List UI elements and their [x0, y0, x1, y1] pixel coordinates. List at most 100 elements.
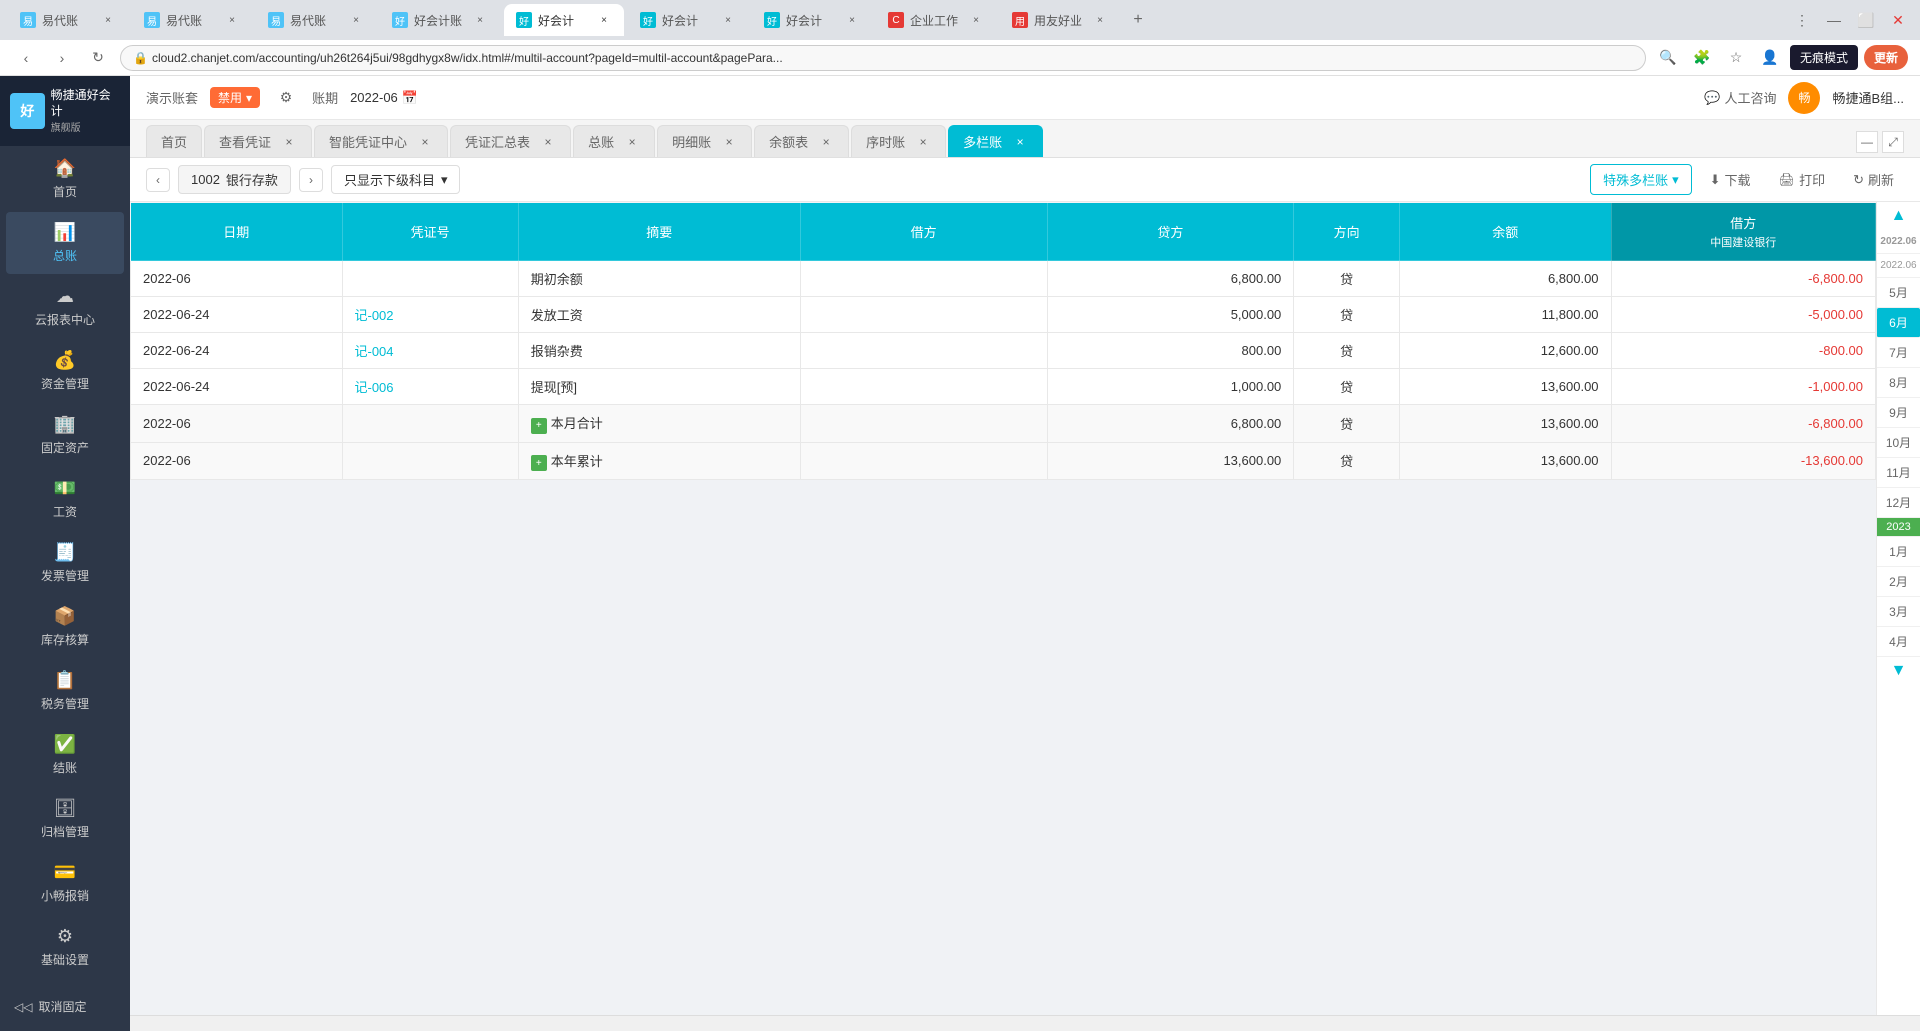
- tab-close-3[interactable]: ×: [348, 12, 364, 28]
- tab-close-8[interactable]: ×: [968, 12, 984, 28]
- sidebar-item-invoice[interactable]: 🧾 发票管理: [6, 532, 124, 594]
- date-item-nov-2022[interactable]: 11月: [1877, 458, 1920, 488]
- sidebar-label-home: 首页: [53, 183, 77, 200]
- download-button[interactable]: ⬇ 下载: [1700, 165, 1761, 194]
- sidebar-item-closing[interactable]: ✅ 结账: [6, 724, 124, 786]
- sidebar-item-tax[interactable]: 📋 税务管理: [6, 660, 124, 722]
- refresh-button[interactable]: ↻ 刷新: [1843, 165, 1904, 194]
- filter-dropdown[interactable]: 只显示下级科目 ▾: [331, 165, 461, 194]
- sidebar-logo[interactable]: 好 畅捷通好会计 旗舰版: [0, 76, 130, 146]
- browser-tab-5[interactable]: 好 好会计 ×: [504, 4, 624, 36]
- account-selector[interactable]: 1002 银行存款: [178, 165, 291, 194]
- tab-smart-voucher[interactable]: 智能凭证中心 ×: [314, 125, 448, 157]
- voucher-link[interactable]: 记-004: [355, 344, 394, 359]
- tab-close-detail-ledger[interactable]: ×: [721, 134, 737, 150]
- browser-tab-7[interactable]: 好 好会计 ×: [752, 4, 872, 36]
- tab-multibook[interactable]: 多栏账 ×: [948, 125, 1043, 157]
- close-browser-button[interactable]: ✕: [1884, 6, 1912, 34]
- expand-panel-button[interactable]: ⤢: [1882, 131, 1904, 153]
- tab-list-button[interactable]: ⋮: [1788, 6, 1816, 34]
- sidebar-item-expense[interactable]: 💳 小畅报销: [6, 852, 124, 914]
- date-item-sep-2022[interactable]: 9月: [1877, 398, 1920, 428]
- date-item-feb-2023[interactable]: 2月: [1877, 567, 1920, 597]
- sidebar-item-settings[interactable]: ⚙ 基础设置: [6, 916, 124, 978]
- browser-tab-3[interactable]: 易 易代账 ×: [256, 4, 376, 36]
- period-selector[interactable]: 2022-06 📅: [350, 90, 418, 106]
- voucher-link[interactable]: 记-006: [355, 380, 394, 395]
- special-multibook-button[interactable]: 特殊多栏账 ▾: [1590, 164, 1692, 195]
- tab-close-2[interactable]: ×: [224, 12, 240, 28]
- tab-balance-table[interactable]: 余额表 ×: [754, 125, 849, 157]
- date-item-jul-2022[interactable]: 7月: [1877, 338, 1920, 368]
- browser-tab-1[interactable]: 易 易代账 ×: [8, 4, 128, 36]
- settings-button[interactable]: ⚙: [272, 84, 300, 112]
- extension-button[interactable]: 🧩: [1688, 44, 1716, 72]
- date-item-dec-2022[interactable]: 12月: [1877, 488, 1920, 518]
- tab-close-6[interactable]: ×: [720, 12, 736, 28]
- voucher-link[interactable]: 记-002: [355, 308, 394, 323]
- sidebar-item-cloud-reports[interactable]: ☁ 云报表中心: [6, 276, 124, 338]
- date-item-jan-2023[interactable]: 1月: [1877, 537, 1920, 567]
- tab-close-time-ledger[interactable]: ×: [915, 134, 931, 150]
- tab-home[interactable]: 首页: [146, 125, 202, 157]
- date-item-mar-2023[interactable]: 3月: [1877, 597, 1920, 627]
- sidebar-item-inventory[interactable]: 📦 库存核算: [6, 596, 124, 658]
- date-item-aug-2022[interactable]: 8月: [1877, 368, 1920, 398]
- restore-browser-button[interactable]: ⬜: [1852, 6, 1880, 34]
- new-tab-button[interactable]: +: [1124, 6, 1152, 34]
- date-item-apr-2023[interactable]: 4月: [1877, 627, 1920, 657]
- search-button[interactable]: 🔍: [1654, 44, 1682, 72]
- user-avatar[interactable]: 畅: [1788, 82, 1820, 114]
- prev-account-button[interactable]: ‹: [146, 168, 170, 192]
- tab-close-1[interactable]: ×: [100, 12, 116, 28]
- browser-tab-4[interactable]: 好 好会计账 ×: [380, 4, 500, 36]
- tab-close-smart-voucher[interactable]: ×: [417, 134, 433, 150]
- collapse-panel-button[interactable]: —: [1856, 131, 1878, 153]
- sidebar-item-funds[interactable]: 💰 资金管理: [6, 340, 124, 402]
- date-panel-scroll-up[interactable]: ▲: [1877, 202, 1920, 230]
- date-panel-scroll-down[interactable]: ▼: [1877, 657, 1920, 685]
- cancel-fixed-button[interactable]: ◁◁ 取消固定: [6, 992, 124, 1021]
- browser-tab-9[interactable]: 用 用友好业 ×: [1000, 4, 1120, 36]
- tab-voucher-summary[interactable]: 凭证汇总表 ×: [450, 125, 571, 157]
- tab-close-multibook[interactable]: ×: [1012, 134, 1028, 150]
- browser-tab-2[interactable]: 易 易代账 ×: [132, 4, 252, 36]
- tab-general-ledger[interactable]: 总账 ×: [573, 125, 655, 157]
- tab-close-general-ledger[interactable]: ×: [624, 134, 640, 150]
- date-item-jun-2022[interactable]: 6月: [1877, 308, 1920, 338]
- wuhen-mode-button[interactable]: 无痕模式: [1790, 45, 1858, 70]
- consult-button[interactable]: 💬 人工咨询: [1704, 88, 1776, 107]
- profile-button[interactable]: 👤: [1756, 44, 1784, 72]
- user-name[interactable]: 畅捷通B组...: [1832, 88, 1904, 107]
- reload-button[interactable]: ↻: [84, 44, 112, 72]
- tab-close-4[interactable]: ×: [472, 12, 488, 28]
- bookmark-button[interactable]: ☆: [1722, 44, 1750, 72]
- print-button[interactable]: 🖨 打印: [1769, 165, 1836, 194]
- minimize-browser-button[interactable]: —: [1820, 6, 1848, 34]
- horizontal-scrollbar[interactable]: [130, 1015, 1920, 1031]
- tab-close-7[interactable]: ×: [844, 12, 860, 28]
- browser-tab-6[interactable]: 好 好会计 ×: [628, 4, 748, 36]
- next-account-button[interactable]: ›: [299, 168, 323, 192]
- tab-time-ledger[interactable]: 序时账 ×: [851, 125, 946, 157]
- update-button[interactable]: 更新: [1864, 45, 1908, 70]
- date-item-oct-2022[interactable]: 10月: [1877, 428, 1920, 458]
- sidebar-item-salary[interactable]: 💵 工资: [6, 468, 124, 530]
- tab-detail-ledger[interactable]: 明细账 ×: [657, 125, 752, 157]
- forward-button[interactable]: ›: [48, 44, 76, 72]
- tab-view-voucher[interactable]: 查看凭证 ×: [204, 125, 312, 157]
- sidebar-item-home[interactable]: 🏠 首页: [6, 148, 124, 210]
- sidebar-item-ledger[interactable]: 📊 总账: [6, 212, 124, 274]
- date-item-may-2022[interactable]: 5月: [1877, 278, 1920, 308]
- demo-badge[interactable]: 禁用 ▾: [210, 87, 260, 108]
- tab-close-5[interactable]: ×: [596, 12, 612, 28]
- tab-close-balance-table[interactable]: ×: [818, 134, 834, 150]
- browser-tab-8[interactable]: C 企业工作 ×: [876, 4, 996, 36]
- tab-close-view-voucher[interactable]: ×: [281, 134, 297, 150]
- sidebar-item-archive[interactable]: 🗄 归档管理: [6, 788, 124, 850]
- back-button[interactable]: ‹: [12, 44, 40, 72]
- url-input[interactable]: 🔒 cloud2.chanjet.com/accounting/uh26t264…: [120, 45, 1646, 71]
- tab-close-9[interactable]: ×: [1092, 12, 1108, 28]
- tab-close-voucher-summary[interactable]: ×: [540, 134, 556, 150]
- sidebar-item-fixed-assets[interactable]: 🏢 固定资产: [6, 404, 124, 466]
